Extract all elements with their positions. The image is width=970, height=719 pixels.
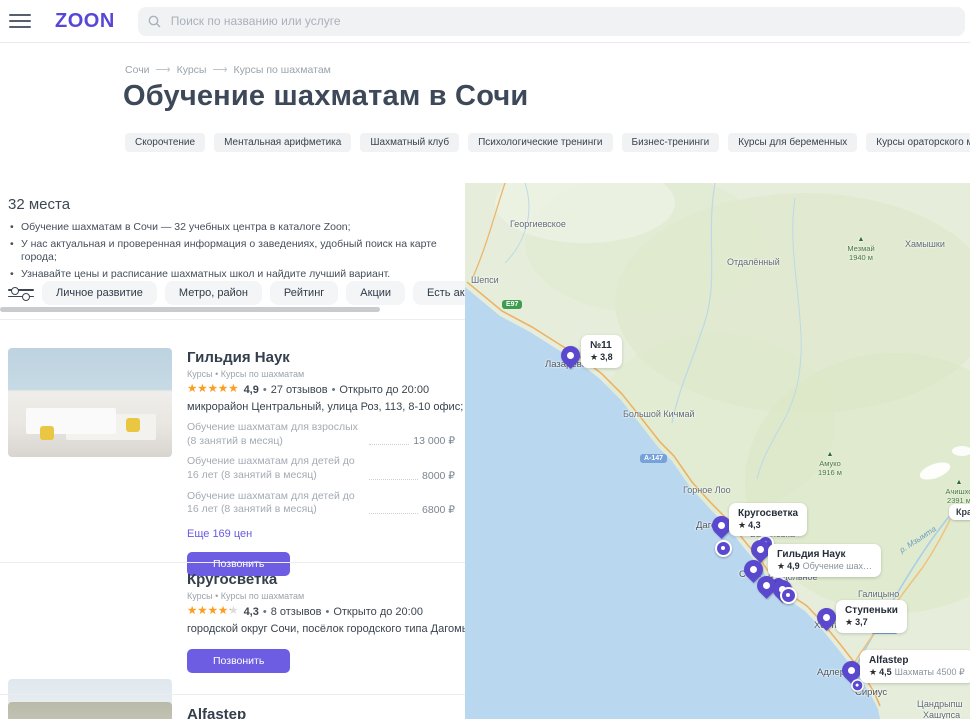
call-button[interactable]: Позвонить [187, 649, 291, 673]
results-count: 32 места [8, 196, 71, 213]
results-panel: 32 места Обучение шахматам в Сочи — 32 у… [0, 183, 465, 719]
category-chips: Скорочтение Ментальная арифметика Шахмат… [125, 133, 970, 152]
listing-category: Курсы • Курсы по шахматам [187, 591, 305, 601]
map-place: Хамышки [905, 239, 945, 249]
rating-value: 4,3 [243, 606, 259, 618]
map-place-pill[interactable]: Красная Поляна [949, 504, 970, 520]
breadcrumb-city[interactable]: Сочи [125, 64, 150, 76]
map-marker-label-n11[interactable]: №11 ★ 3,8 [581, 335, 622, 368]
map-marker-label-gildiya-nauk[interactable]: Гильдия Наук ★ 4,9 Обучение шах… [768, 544, 881, 577]
map-place: Горное Лоо [683, 485, 731, 495]
map-place: Георгиевское [510, 219, 566, 229]
listing-rating-row: 4,9 • 27 отзывов • Открыто до 20:00 [187, 384, 465, 396]
map-pin[interactable] [715, 540, 732, 557]
chip-mental-arithmetic[interactable]: Ментальная арифметика [214, 133, 352, 152]
open-hours: Открыто до 20:00 [333, 606, 423, 618]
map-place: Отдалённый [727, 257, 780, 267]
chip-pregnancy-courses[interactable]: Курсы для беременных [728, 133, 858, 152]
page-title: Обучение шахматам в Сочи [123, 80, 529, 112]
map-place: Шепси [471, 275, 499, 285]
breadcrumb: Сочи ⟶ Курсы ⟶ Курсы по шахматам [125, 64, 331, 76]
listing-address: микрорайон Центральный, улица Роз, 113, … [187, 401, 465, 413]
menu-icon[interactable] [9, 14, 31, 28]
chip-psych-trainings[interactable]: Психологические тренинги [468, 133, 613, 152]
map-marker-label-alfastep[interactable]: Alfastep ★ 4,5 Шахматы 4500 ₽ [860, 650, 970, 683]
chip-business-trainings[interactable]: Бизнес-тренинги [621, 133, 720, 152]
listing-photo[interactable] [8, 348, 172, 457]
filter-sliders-icon[interactable] [8, 280, 34, 306]
summary-item: Обучение шахматам в Сочи — 32 учебных це… [8, 221, 458, 234]
map[interactable]: Георгиевское Шепси Отдалённый Хамышки Бо… [465, 183, 970, 719]
top-bar: ZOON [0, 0, 970, 43]
map-place: Хашупса [923, 710, 961, 719]
map-terrain [465, 183, 970, 719]
price-list: Обучение шахматам для взрослых (8 заняти… [187, 421, 455, 517]
reviews-count[interactable]: 27 отзывов [271, 384, 328, 396]
zoon-logo[interactable]: ZOON [55, 10, 115, 33]
map-place: Цандрыпш [917, 699, 963, 709]
summary-item: У нас актуальная и проверенная информаци… [8, 238, 458, 264]
map-peak: ▲ Мезмай 1940 м [840, 236, 882, 262]
open-hours: Открыто до 20:00 [339, 384, 430, 396]
listing-title[interactable]: Alfastep [187, 706, 465, 719]
listing-title[interactable]: Гильдия Наук [187, 349, 465, 366]
chip-public-speaking[interactable]: Курсы ораторского мастерства [866, 133, 970, 152]
map-marker-label-stupenki[interactable]: Ступеньки ★ 3,7 [836, 600, 907, 633]
rating-value: 4,9 [243, 384, 259, 396]
road-badge: Е97 [502, 300, 523, 309]
star-rating-icon [187, 606, 239, 618]
listing-category: Курсы • Курсы по шахматам [187, 369, 305, 379]
map-place: Большой Кичмай [623, 409, 695, 419]
map-peak: ▲ Амуко 1916 м [810, 451, 850, 477]
price-row: Обучение шахматам для детей до 16 лет (8… [187, 455, 455, 482]
search-input[interactable] [168, 13, 955, 29]
filters-scrollbar[interactable] [0, 307, 380, 312]
road-badge: А-147 [640, 454, 668, 463]
chip-speed-reading[interactable]: Скорочтение [125, 133, 206, 152]
price-row: Обучение шахматам для детей до 16 лет (8… [187, 489, 455, 516]
listing-photo[interactable] [8, 702, 172, 719]
zoon-listing-page: ZOON Сочи⟶Курсы⟶Курсы по шахматам Обучен… [0, 0, 970, 719]
chip-chess-club[interactable]: Шахматный клуб [360, 133, 460, 152]
breadcrumb-chess-courses[interactable]: Курсы по шахматам [234, 64, 331, 76]
filter-promos[interactable]: Акции [346, 281, 406, 305]
filter-rating[interactable]: Рейтинг [269, 281, 339, 305]
more-prices-link[interactable]: Еще 169 цен [187, 528, 252, 540]
reviews-count[interactable]: 8 отзывов [271, 606, 322, 618]
map-pin[interactable] [780, 587, 797, 604]
search-icon [148, 15, 161, 27]
listing-rating-row: 4,3 • 8 отзывов • Открыто до 20:00 [187, 606, 465, 618]
star-rating-icon [187, 384, 239, 396]
map-peak: ▲ Ачишхо 2391 м [937, 479, 970, 505]
listing-address: городской округ Сочи, посёлок городского… [187, 623, 465, 635]
listing-title[interactable]: Кругосветка [187, 571, 465, 588]
filter-has-promos[interactable]: Есть акции [413, 281, 465, 305]
map-marker-label-krugosvetka[interactable]: Кругосветка ★ 4,3 [729, 503, 808, 536]
filter-personal-development[interactable]: Личное развитие [42, 281, 157, 305]
search-bar[interactable] [137, 6, 965, 36]
price-row: Обучение шахматам для взрослых (8 заняти… [187, 421, 455, 448]
breadcrumb-courses[interactable]: Курсы [177, 64, 207, 76]
filter-bar: Личное развитие Метро, район Рейтинг Акц… [8, 280, 465, 306]
filter-metro-district[interactable]: Метро, район [164, 281, 262, 305]
results-summary: Обучение шахматам в Сочи — 32 учебных це… [8, 221, 458, 286]
map-place: Галицыно [858, 589, 900, 599]
